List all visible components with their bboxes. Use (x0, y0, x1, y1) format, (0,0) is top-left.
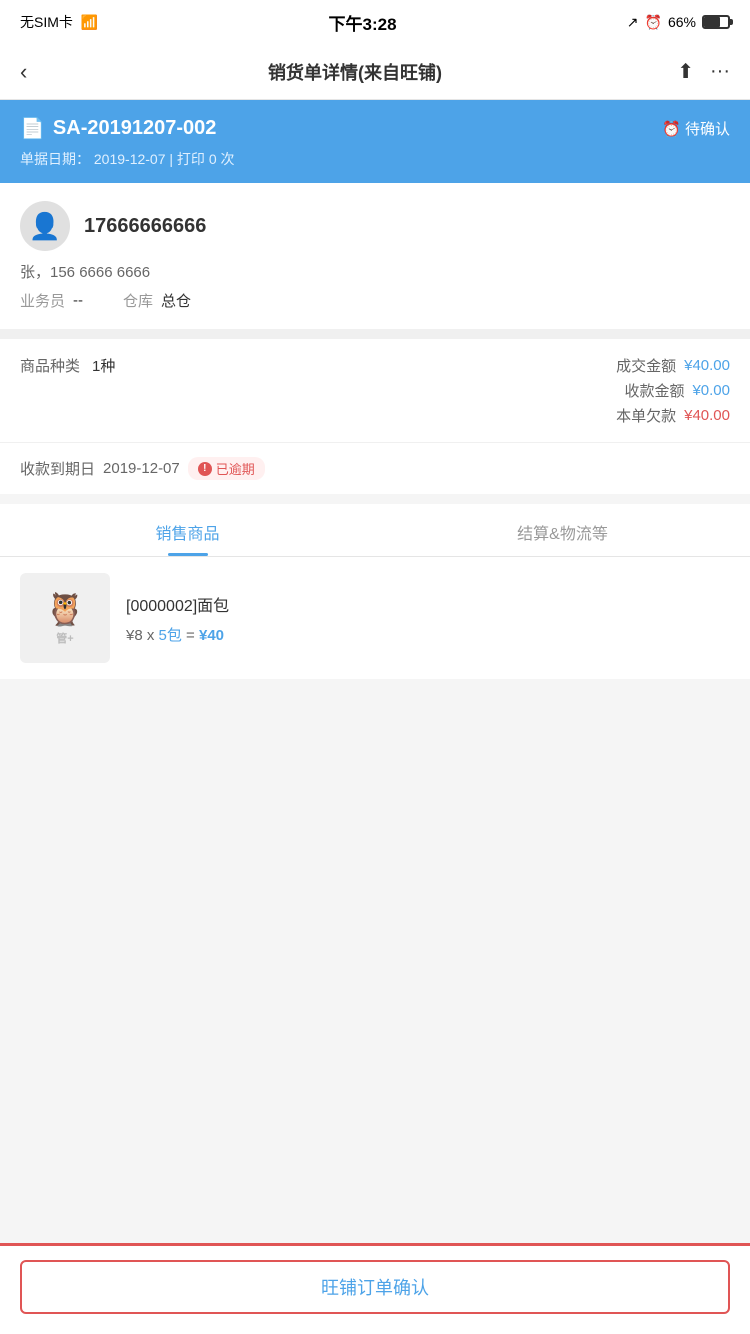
overdue-text: 已逾期 (216, 459, 255, 478)
alarm-icon: ⏰ (645, 14, 662, 31)
share-icon[interactable]: ⬆ (677, 59, 694, 84)
product-name: [0000002]面包 (126, 592, 730, 616)
product-details: [0000002]面包 ¥8 x 5包 = ¥40 (126, 592, 730, 645)
confirm-button-wrap: 旺铺订单确认 (0, 1243, 750, 1334)
nav-bar: ‹ 销货单详情(来自旺铺) ⬆ ··· (0, 44, 750, 100)
battery-percent: 66% (668, 14, 696, 30)
warehouse-value: 总仓 (161, 290, 191, 311)
salesperson-label: 业务员 (20, 290, 65, 311)
price-qty: 5包 (159, 627, 182, 644)
customer-phone: 17666666666 (84, 215, 206, 238)
due-date-section: 收款到期日 2019-12-07 ! 已逾期 (0, 442, 750, 494)
due-date-label: 收款到期日 (20, 458, 95, 479)
order-status: ⏰ 待确认 (662, 118, 730, 139)
status-bar: 无SIM卡 📶 下午3:28 ↗ ⏰ 66% (0, 0, 750, 44)
thumb-owl-icon: 🦉 (45, 590, 85, 628)
received-label: 收款金额 (624, 380, 684, 401)
carrier-label: 无SIM卡 (20, 12, 73, 32)
order-date: 单据日期： 2019-12-07 | 打印 0 次 (20, 149, 730, 169)
due-date-value: 2019-12-07 (103, 460, 180, 477)
avatar: 👤 (20, 201, 70, 251)
product-price: ¥8 x 5包 = ¥40 (126, 624, 730, 645)
order-id: 📄 SA-20191207-002 (20, 116, 216, 141)
nav-title: 销货单详情(来自旺铺) (60, 59, 650, 85)
status-right: ↗ ⏰ 66% (627, 14, 730, 31)
status-left: 无SIM卡 📶 (20, 12, 98, 32)
tab-settlement[interactable]: 结算&物流等 (375, 504, 750, 556)
transaction-label: 成交金额 (616, 355, 676, 376)
price-formula: ¥8 x (126, 627, 159, 644)
avatar-icon: 👤 (29, 211, 61, 242)
status-time: 下午3:28 (329, 10, 397, 35)
product-item: 🦉 管+ [0000002]面包 ¥8 x 5包 = ¥40 (20, 573, 730, 663)
confirm-order-button[interactable]: 旺铺订单确认 (20, 1260, 730, 1314)
summary-amounts: 成交金额 ¥40.00 收款金额 ¥0.00 本单欠款 ¥40.00 (616, 355, 730, 426)
price-total: ¥40 (199, 627, 224, 644)
status-clock-icon: ⏰ (662, 120, 681, 138)
price-equals: = (182, 627, 199, 644)
tab-sales-products[interactable]: 销售商品 (0, 504, 375, 556)
tabs-header: 销售商品 结算&物流等 (0, 504, 750, 557)
more-icon[interactable]: ··· (710, 60, 730, 83)
product-thumbnail: 🦉 管+ (20, 573, 110, 663)
customer-section: 👤 17666666666 张，156 6666 6666 业务员 -- 仓库 … (0, 183, 750, 329)
salesperson-value: -- (73, 292, 83, 309)
battery-icon (702, 15, 730, 29)
overdue-dot-icon: ! (198, 462, 212, 476)
summary-section: 商品种类 1种 成交金额 ¥40.00 收款金额 ¥0.00 本单欠款 ¥40.… (0, 339, 750, 442)
received-amount: ¥0.00 (692, 382, 730, 399)
order-header: 📄 SA-20191207-002 ⏰ 待确认 单据日期： 2019-12-07… (0, 100, 750, 183)
transaction-amount: ¥40.00 (684, 357, 730, 374)
overdue-badge: ! 已逾期 (188, 457, 265, 480)
nav-actions: ⬆ ··· (650, 59, 730, 84)
product-type-value: 1种 (92, 355, 115, 376)
warehouse-label: 仓库 (123, 290, 153, 311)
location-icon: ↗ (627, 14, 639, 31)
wifi-icon: 📶 (81, 14, 98, 31)
thumb-brand-text: 管+ (56, 630, 73, 646)
product-list: 🦉 管+ [0000002]面包 ¥8 x 5包 = ¥40 (0, 557, 750, 679)
order-id-icon: 📄 (20, 116, 45, 141)
divider-1 (0, 329, 750, 339)
owed-amount: ¥40.00 (684, 407, 730, 424)
customer-name: 张，156 6666 6666 (20, 261, 730, 282)
tabs-section: 销售商品 结算&物流等 🦉 管+ [0000002]面包 ¥8 x 5包 = ¥… (0, 504, 750, 679)
customer-meta: 业务员 -- 仓库 总仓 (20, 290, 730, 311)
back-button[interactable]: ‹ (20, 59, 60, 85)
owed-label: 本单欠款 (616, 405, 676, 426)
bottom-area (0, 679, 750, 939)
product-type-label: 商品种类 (20, 355, 80, 376)
